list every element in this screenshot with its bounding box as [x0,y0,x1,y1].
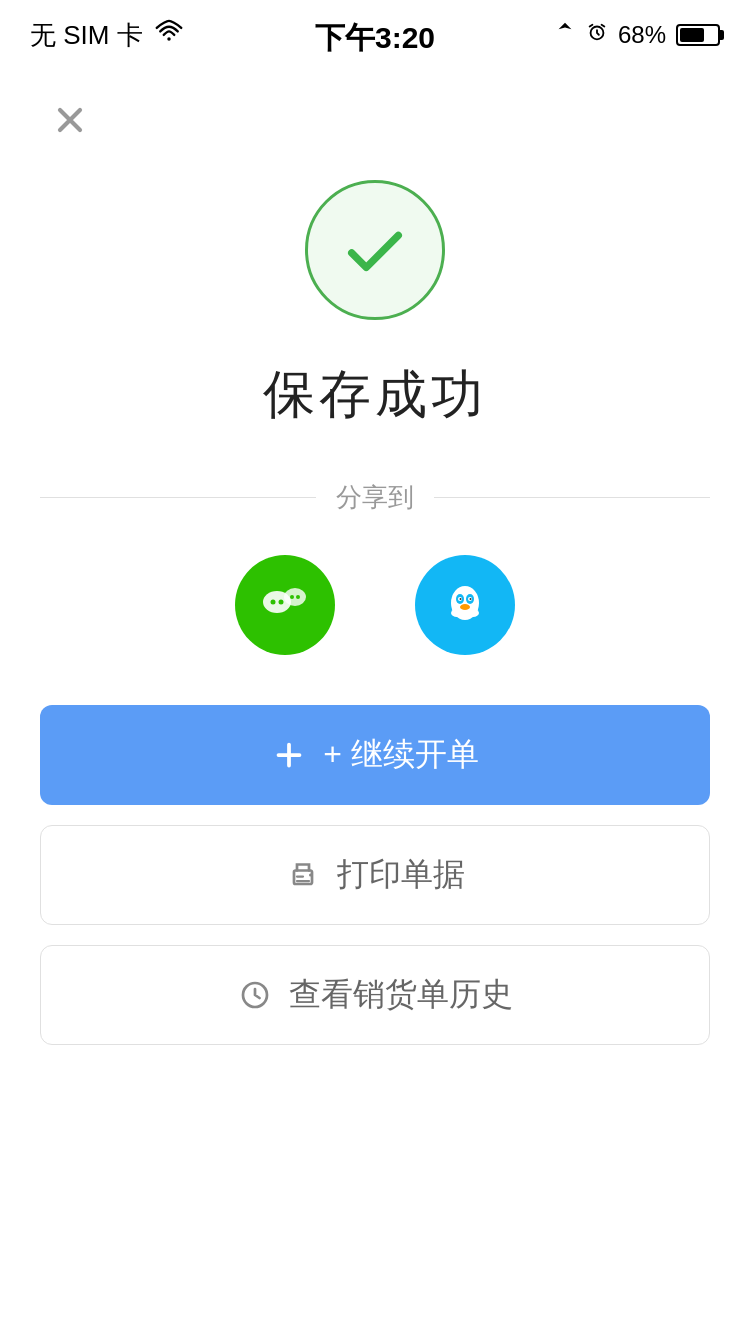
svg-point-9 [451,609,463,617]
svg-point-7 [296,595,300,599]
history-label: 查看销货单历史 [289,973,513,1017]
success-area: 保存成功 [40,180,710,430]
svg-point-15 [460,598,462,600]
action-buttons: + 继续开单 打印单据 查看销货单历史 [40,705,710,1045]
battery-icon [676,24,720,46]
no-sim-text: 无 SIM 卡 [30,18,143,53]
main-content: 保存成功 分享到 [0,70,750,1085]
svg-point-17 [460,604,470,610]
status-left: 无 SIM 卡 [30,18,183,53]
battery-percent: 68% [618,21,666,49]
status-time: 下午3:20 [315,18,435,59]
print-label: 打印单据 [337,853,465,897]
share-icons [40,555,710,655]
share-divider: 分享到 [40,480,710,515]
svg-point-5 [279,600,284,605]
qq-share-button[interactable] [415,555,515,655]
status-bar: 无 SIM 卡 下午3:20 68% [0,0,750,70]
wifi-icon [155,18,183,53]
svg-point-0 [167,37,171,41]
close-button[interactable] [40,90,100,150]
divider-line-right [434,497,710,498]
divider-line-left [40,497,316,498]
continue-button[interactable]: + 继续开单 [40,705,710,805]
success-circle [305,180,445,320]
alarm-icon [586,21,608,49]
svg-point-3 [284,588,306,606]
svg-point-4 [271,600,276,605]
svg-point-6 [290,595,294,599]
location-icon [554,21,576,49]
print-button[interactable]: 打印单据 [40,825,710,925]
svg-point-19 [309,874,312,877]
history-button[interactable]: 查看销货单历史 [40,945,710,1045]
success-title: 保存成功 [263,360,487,430]
share-section: 分享到 [40,480,710,655]
status-right: 68% [554,21,720,49]
wechat-share-button[interactable] [235,555,335,655]
svg-point-16 [470,598,472,600]
svg-point-10 [467,609,479,617]
continue-label: + 继续开单 [323,733,479,777]
share-label: 分享到 [336,480,414,515]
